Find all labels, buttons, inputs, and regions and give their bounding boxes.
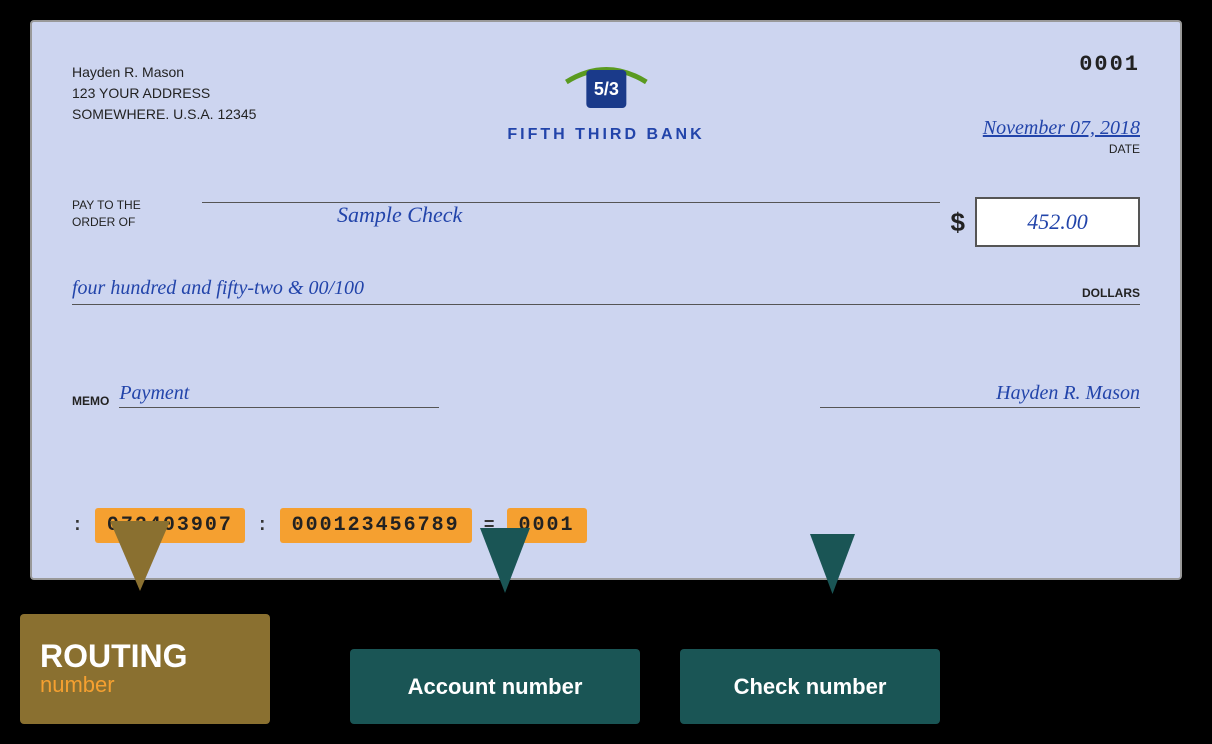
micr-symbol-close-left: : xyxy=(257,516,268,536)
payee-value: Sample Check xyxy=(337,202,462,228)
address-line1: 123 YOUR ADDRESS xyxy=(72,83,256,104)
routing-arrow xyxy=(110,521,170,591)
check-number-top: 0001 xyxy=(1079,52,1140,77)
micr-account: 000123456789 xyxy=(280,508,472,543)
routing-subtitle: number xyxy=(40,672,115,698)
memo-value: Payment xyxy=(119,382,189,404)
pay-to-line: Sample Check xyxy=(202,202,940,203)
account-number-label: Account number xyxy=(408,674,583,700)
page-wrapper: 0001 Hayden R. Mason 123 YOUR ADDRESS SO… xyxy=(0,0,1212,744)
address-block: Hayden R. Mason 123 YOUR ADDRESS SOMEWHE… xyxy=(72,62,256,125)
bottom-area: ROUTING number Account number Check numb… xyxy=(0,594,1212,744)
bank-name: Fifth Third Bank xyxy=(507,126,704,144)
dollar-sign: $ xyxy=(951,207,965,238)
written-amount-section: four hundred and fifty-two & 00/100 DOLL… xyxy=(72,277,1140,305)
check-arrow-container xyxy=(810,534,870,596)
routing-arrow-container xyxy=(110,521,190,596)
memo-label: MEMO xyxy=(72,394,109,408)
date-value: November 07, 2018 xyxy=(983,117,1140,140)
micr-section: : 072403907 : 000123456789 = 0001 xyxy=(72,508,1140,543)
amount-numeric: 452.00 xyxy=(1027,209,1088,235)
bank-logo-icon: 5/3 xyxy=(561,52,651,122)
account-arrow xyxy=(480,528,530,593)
account-arrow-container xyxy=(480,528,550,596)
date-section: November 07, 2018 DATE xyxy=(983,117,1140,156)
check-number-arrow xyxy=(810,534,855,594)
address-name: Hayden R. Mason xyxy=(72,62,256,83)
signature-value: Hayden R. Mason xyxy=(996,382,1140,404)
address-line2: SOMEWHERE. U.S.A. 12345 xyxy=(72,104,256,125)
check-label-box: Check number xyxy=(680,649,940,724)
amount-box: 452.00 xyxy=(975,197,1140,247)
pay-to-label: PAY TO THE ORDER OF xyxy=(72,197,141,231)
memo-section: MEMO Payment Hayden R. Mason xyxy=(72,382,1140,408)
check-number-label: Check number xyxy=(734,674,887,700)
svg-text:5/3: 5/3 xyxy=(593,79,618,99)
check-area: 0001 Hayden R. Mason 123 YOUR ADDRESS SO… xyxy=(30,20,1182,580)
written-amount: four hundred and fifty-two & 00/100 xyxy=(72,277,364,300)
date-label: DATE xyxy=(983,142,1140,156)
signature-line: Hayden R. Mason xyxy=(820,382,1140,408)
micr-symbol-open-left: : xyxy=(72,516,83,536)
account-label-box: Account number xyxy=(350,649,640,724)
bank-logo: 5/3 Fifth Third Bank xyxy=(507,52,704,144)
memo-line: Payment xyxy=(119,382,439,408)
routing-label-box: ROUTING number xyxy=(20,614,270,724)
routing-title: ROUTING xyxy=(40,640,188,672)
dollars-label: DOLLARS xyxy=(1082,286,1140,300)
